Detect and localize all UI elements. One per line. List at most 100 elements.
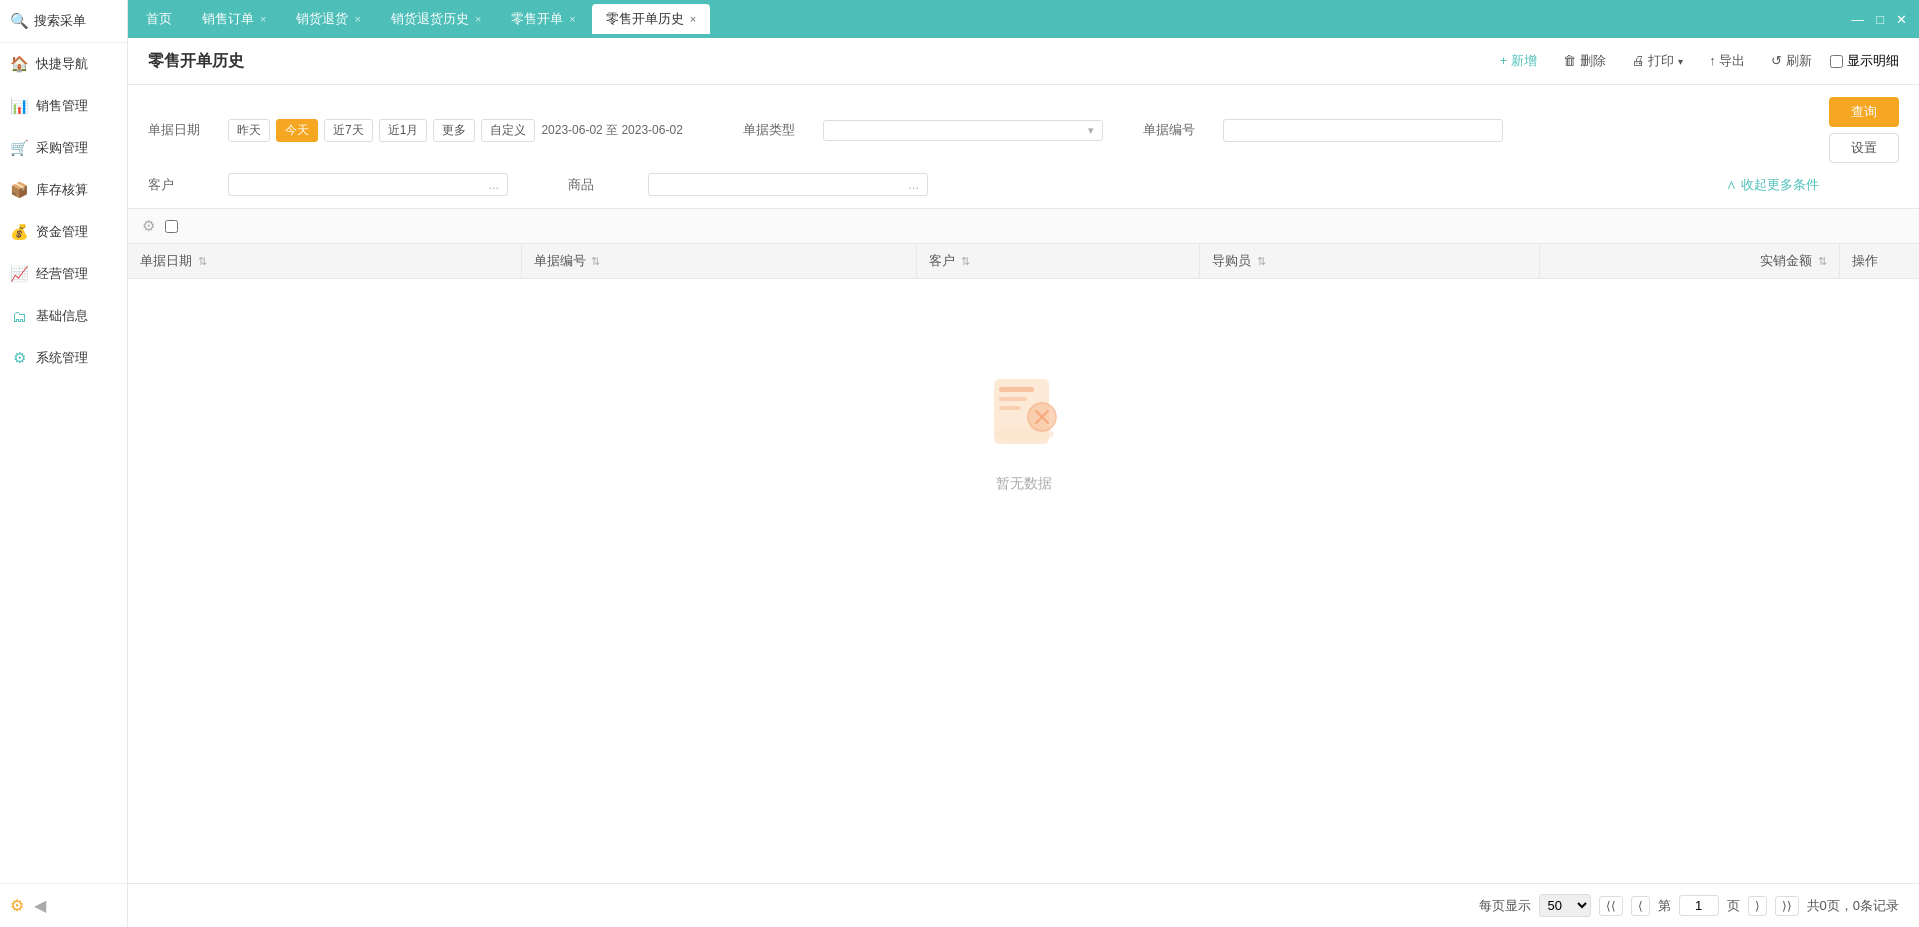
col-customer-label: 客户 xyxy=(929,253,955,268)
sidebar-item-inventory[interactable]: 📦 库存核算 xyxy=(0,169,127,211)
tab-retail-open-history[interactable]: 零售开单历史 × xyxy=(592,4,710,34)
export-button[interactable]: ↑ 导出 xyxy=(1701,48,1753,74)
empty-icon xyxy=(974,359,1074,459)
col-amount-sort-icon[interactable]: ⇅ xyxy=(1818,255,1827,267)
query-button[interactable]: 查询 xyxy=(1829,97,1899,127)
display-detail-toggle[interactable]: 显示明细 xyxy=(1830,52,1899,70)
tab-sales-return-history-close[interactable]: × xyxy=(475,13,481,25)
finance-icon: 💰 xyxy=(10,223,28,241)
sidebar-item-label: 资金管理 xyxy=(36,223,88,241)
col-customer: 客户 ⇅ xyxy=(917,244,1200,279)
refresh-button[interactable]: ↺ 刷新 xyxy=(1763,48,1820,74)
date-btn-more[interactable]: 更多 xyxy=(433,119,475,142)
add-button[interactable]: + 新增 xyxy=(1492,48,1545,74)
refresh-label: ↺ 刷新 xyxy=(1771,52,1812,70)
date-label: 单据日期 xyxy=(148,121,208,139)
sys-icon: ⚙ xyxy=(10,349,28,367)
sidebar-item-label: 基础信息 xyxy=(36,307,88,325)
next-page-btn[interactable]: ⟩ xyxy=(1748,896,1767,916)
sidebar: 🔍 搜索采单 🏠 快捷导航 📊 销售管理 🛒 采购管理 📦 库存核算 💰 资金管… xyxy=(0,0,128,927)
col-action-label: 操作 xyxy=(1852,253,1878,268)
sidebar-search-label: 搜索采单 xyxy=(34,12,86,30)
tab-sales-return[interactable]: 销货退货 × xyxy=(282,4,374,34)
page-size-select[interactable]: 20 50 100 200 xyxy=(1539,894,1591,917)
settings-icon[interactable]: ⚙ xyxy=(10,896,24,915)
page-label-suffix: 页 xyxy=(1727,897,1740,915)
tab-retail-open-history-label: 零售开单历史 xyxy=(606,10,684,28)
window-maximize-btn[interactable]: □ xyxy=(1876,12,1884,27)
print-label: 🖨 打印 xyxy=(1632,52,1675,70)
tab-sales-return-label: 销货退货 xyxy=(296,10,348,28)
sidebar-item-label: 销售管理 xyxy=(36,97,88,115)
tab-sales-order[interactable]: 销售订单 × xyxy=(188,4,280,34)
sidebar-item-basic-info[interactable]: 🗂 基础信息 xyxy=(0,295,127,337)
table-header-row: 单据日期 ⇅ 单据编号 ⇅ 客户 ⇅ 导购员 ⇅ xyxy=(128,244,1919,279)
tab-home[interactable]: 首页 xyxy=(132,4,186,34)
date-btn-yesterday[interactable]: 昨天 xyxy=(228,119,270,142)
tab-retail-open-history-close[interactable]: × xyxy=(690,13,696,25)
customer-ellipsis-icon[interactable]: ... xyxy=(488,177,499,192)
sidebar-item-sys-mgmt[interactable]: ⚙ 系统管理 xyxy=(0,337,127,379)
goods-input[interactable] xyxy=(657,177,908,192)
col-date-sort-icon[interactable]: ⇅ xyxy=(198,255,207,267)
sidebar-search[interactable]: 🔍 搜索采单 xyxy=(0,0,127,43)
display-detail-checkbox[interactable] xyxy=(1830,55,1843,68)
date-btn-today[interactable]: 今天 xyxy=(276,119,318,142)
sidebar-item-purchase-mgmt[interactable]: 🛒 采购管理 xyxy=(0,127,127,169)
collapse-label: ∧ 收起更多条件 xyxy=(1726,176,1819,194)
type-select[interactable]: ▾ xyxy=(823,120,1103,141)
print-button[interactable]: 🖨 打印 ▾ xyxy=(1624,48,1692,74)
sidebar-item-label: 采购管理 xyxy=(36,139,88,157)
tab-sales-return-history[interactable]: 销货退货历史 × xyxy=(377,4,495,34)
col-guide-sort-icon[interactable]: ⇅ xyxy=(1257,255,1266,267)
tab-retail-open-close[interactable]: × xyxy=(569,13,575,25)
filter-section: 单据日期 昨天 今天 近7天 近1月 更多 自定义 2023-06-02 至 2… xyxy=(128,85,1919,209)
first-page-btn[interactable]: ⟨⟨ xyxy=(1599,896,1623,916)
date-buttons: 昨天 今天 近7天 近1月 更多 自定义 2023-06-02 至 2023-0… xyxy=(228,119,683,142)
page-label-prefix: 第 xyxy=(1658,897,1671,915)
collapse-sidebar-icon[interactable]: ◀ xyxy=(34,896,46,915)
delete-label: 🗑 删除 xyxy=(1563,52,1606,70)
col-amount-label: 实销金额 xyxy=(1760,253,1812,268)
date-btn-custom[interactable]: 自定义 xyxy=(481,119,535,142)
search-icon: 🔍 xyxy=(10,12,28,30)
tab-sales-return-close[interactable]: × xyxy=(354,13,360,25)
type-label: 单据类型 xyxy=(743,121,803,139)
sidebar-item-label: 系统管理 xyxy=(36,349,88,367)
window-close-btn[interactable]: ✕ xyxy=(1896,12,1907,27)
collapse-button[interactable]: ∧ 收起更多条件 xyxy=(1726,176,1899,194)
settings-button[interactable]: 设置 xyxy=(1829,133,1899,163)
sidebar-item-operations[interactable]: 📈 经营管理 xyxy=(0,253,127,295)
col-number-label: 单据编号 xyxy=(534,253,586,268)
svg-rect-3 xyxy=(999,397,1027,401)
sidebar-item-quick-nav[interactable]: 🏠 快捷导航 xyxy=(0,43,127,85)
number-input-container xyxy=(1223,119,1503,142)
data-table: 单据日期 ⇅ 单据编号 ⇅ 客户 ⇅ 导购员 ⇅ xyxy=(128,244,1919,279)
window-minimize-btn[interactable]: — xyxy=(1851,12,1864,27)
date-btn-1month[interactable]: 近1月 xyxy=(379,119,428,142)
number-input[interactable] xyxy=(1232,123,1494,138)
delete-button[interactable]: 🗑 删除 xyxy=(1555,48,1614,74)
page-number-input[interactable] xyxy=(1679,895,1719,916)
print-dropdown-icon[interactable]: ▾ xyxy=(1678,56,1683,67)
date-btn-7days[interactable]: 近7天 xyxy=(324,119,373,142)
page-header: 零售开单历史 + 新增 🗑 删除 🖨 打印 ▾ ↑ 导出 ↺ 刷新 xyxy=(128,38,1919,85)
sidebar-item-finance[interactable]: 💰 资金管理 xyxy=(0,211,127,253)
action-buttons: 查询 设置 xyxy=(1829,97,1899,163)
col-amount: 实销金额 ⇅ xyxy=(1539,244,1839,279)
tab-sales-order-close[interactable]: × xyxy=(260,13,266,25)
prev-page-btn[interactable]: ⟨ xyxy=(1631,896,1650,916)
customer-input[interactable] xyxy=(237,177,488,192)
sidebar-item-sales-mgmt[interactable]: 📊 销售管理 xyxy=(0,85,127,127)
col-customer-sort-icon[interactable]: ⇅ xyxy=(961,255,970,267)
col-number-sort-icon[interactable]: ⇅ xyxy=(591,255,600,267)
select-all-checkbox[interactable] xyxy=(165,220,178,233)
basic-info-icon: 🗂 xyxy=(10,307,28,325)
total-info: 共0页，0条记录 xyxy=(1807,897,1899,915)
last-page-btn[interactable]: ⟩⟩ xyxy=(1775,896,1799,916)
table-gear-icon[interactable]: ⚙ xyxy=(142,217,155,235)
pagination: 每页显示 20 50 100 200 ⟨⟨ ⟨ 第 页 ⟩ ⟩⟩ 共0页，0条记… xyxy=(128,883,1919,927)
add-label: + 新增 xyxy=(1500,52,1537,70)
goods-ellipsis-icon[interactable]: ... xyxy=(908,177,919,192)
tab-retail-open[interactable]: 零售开单 × xyxy=(497,4,589,34)
